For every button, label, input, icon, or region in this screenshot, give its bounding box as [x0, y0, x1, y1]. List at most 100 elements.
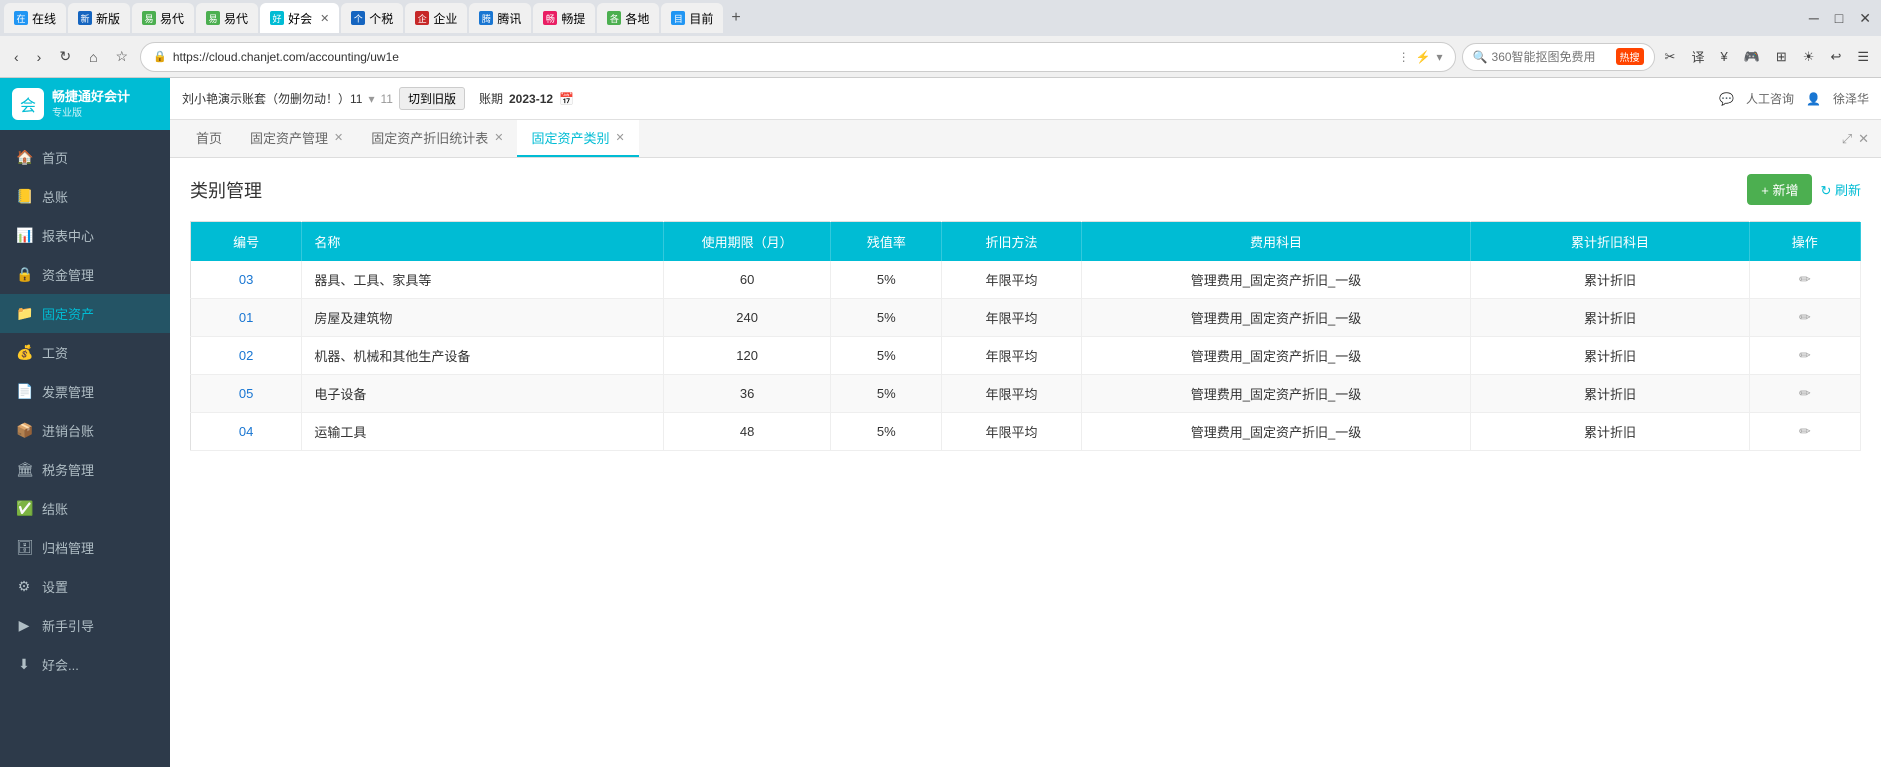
- address-menu-icon: ⋮: [1398, 50, 1410, 64]
- bookmark-button[interactable]: ☆: [110, 44, 135, 69]
- content-tab-category[interactable]: 固定资产类别 ✕: [517, 120, 638, 157]
- tax-icon: 🏛: [16, 461, 32, 478]
- funds-icon: 🔒: [16, 266, 32, 283]
- game-icon[interactable]: 🎮: [1740, 47, 1764, 67]
- wallet-icon[interactable]: ¥: [1716, 47, 1731, 66]
- sidebar-item-funds[interactable]: 🔒 资金管理: [0, 255, 170, 294]
- cell-code-3[interactable]: 05: [191, 375, 302, 413]
- sidebar-label-tax: 税务管理: [42, 460, 94, 479]
- cell-residual-4: 5%: [831, 413, 942, 451]
- tab-label-3: 易代: [160, 10, 184, 27]
- browser-tab-4[interactable]: 易 易代: [196, 3, 258, 33]
- browser-tab-1[interactable]: 在 在线: [4, 3, 66, 33]
- switch-version-button[interactable]: 切到旧版: [399, 87, 465, 110]
- sidebar-item-settle[interactable]: ✅ 结账: [0, 489, 170, 528]
- col-header-expense: 费用科目: [1081, 222, 1471, 262]
- cell-action-0[interactable]: ✏: [1749, 261, 1860, 299]
- cell-action-2[interactable]: ✏: [1749, 337, 1860, 375]
- tab-close-5[interactable]: ✕: [320, 12, 329, 25]
- maximize-button[interactable]: □: [1829, 6, 1849, 30]
- browser-tab-11[interactable]: 目 目前: [661, 3, 723, 33]
- minimize-button[interactable]: ─: [1803, 6, 1825, 30]
- cell-code-0[interactable]: 03: [191, 261, 302, 299]
- content-tab-fixed-mgmt-label: 固定资产管理: [250, 128, 328, 147]
- tab-label-9: 畅提: [561, 10, 585, 27]
- cell-code-2[interactable]: 02: [191, 337, 302, 375]
- sidebar-item-fixed-assets[interactable]: 📁 固定资产: [0, 294, 170, 333]
- cell-residual-1: 5%: [831, 299, 942, 337]
- forward-button[interactable]: ›: [31, 45, 48, 69]
- content-tab-category-close[interactable]: ✕: [616, 131, 625, 144]
- sidebar-item-reports[interactable]: 📊 报表中心: [0, 216, 170, 255]
- content-tab-fixed-mgmt-close[interactable]: ✕: [334, 131, 343, 144]
- cell-expense-0: 管理费用_固定资产折旧_一级: [1081, 261, 1471, 299]
- sidebar-item-archive[interactable]: 🗄 归档管理: [0, 528, 170, 567]
- browser-chrome: 在 在线 新 新版 易 易代 易 易代 好 好会 ✕ 个 个税 企 企业 腾: [0, 0, 1881, 78]
- content-tab-fixed-mgmt[interactable]: 固定资产管理 ✕: [236, 120, 357, 157]
- reload-button[interactable]: ↻: [53, 44, 77, 69]
- sidebar-item-home[interactable]: 🏠 首页: [0, 138, 170, 177]
- grid-icon[interactable]: ⊞: [1772, 47, 1791, 67]
- search-input[interactable]: [1492, 50, 1612, 64]
- content-tab-depreciation[interactable]: 固定资产折旧统计表 ✕: [357, 120, 517, 157]
- cut-icon[interactable]: ✂: [1661, 47, 1680, 67]
- brightness-icon[interactable]: ☀: [1799, 47, 1819, 67]
- browser-tab-9[interactable]: 畅 畅提: [533, 3, 595, 33]
- more-icon: ⬇: [16, 656, 32, 673]
- col-header-code: 编号: [191, 222, 302, 262]
- new-tab-button[interactable]: +: [725, 5, 746, 31]
- edit-icon-2[interactable]: ✏: [1799, 347, 1811, 363]
- sidebar-item-settings[interactable]: ⚙ 设置: [0, 567, 170, 606]
- panel-maximize-button[interactable]: ⤢: [1842, 131, 1852, 147]
- search-box[interactable]: 🔍 热搜: [1462, 43, 1655, 71]
- sidebar-item-more[interactable]: ⬇ 好会...: [0, 645, 170, 684]
- browser-tab-2[interactable]: 新 新版: [68, 3, 130, 33]
- cell-code-4[interactable]: 04: [191, 413, 302, 451]
- sidebar-item-ledger[interactable]: 📒 总账: [0, 177, 170, 216]
- address-extra-icon: ⚡: [1416, 50, 1431, 64]
- refresh-button[interactable]: ↻ 刷新: [1820, 180, 1861, 199]
- close-button[interactable]: ✕: [1853, 6, 1877, 31]
- sidebar-item-invoice[interactable]: 📄 发票管理: [0, 372, 170, 411]
- table-head: 编号 名称 使用期限（月） 残值率 折旧方法 费用科目 累计折旧科目 操作: [191, 222, 1861, 262]
- user-icon: 👤: [1806, 92, 1821, 106]
- edit-icon-0[interactable]: ✏: [1799, 271, 1811, 287]
- sidebar-item-guide[interactable]: ▶ 新手引导: [0, 606, 170, 645]
- user-name[interactable]: 徐泽华: [1833, 90, 1869, 107]
- sidebar-label-more: 好会...: [42, 655, 79, 674]
- edit-icon-1[interactable]: ✏: [1799, 309, 1811, 325]
- back-button[interactable]: ‹: [8, 45, 25, 69]
- sidebar-item-inout[interactable]: 📦 进销台账: [0, 411, 170, 450]
- inout-icon: 📦: [16, 422, 32, 439]
- browser-tab-10[interactable]: 各 各地: [597, 3, 659, 33]
- browser-tab-8[interactable]: 腾 腾讯: [469, 3, 531, 33]
- browser-tab-5[interactable]: 好 好会 ✕: [260, 3, 339, 33]
- content-tab-home[interactable]: 首页: [182, 120, 236, 157]
- tab-label-2: 新版: [96, 10, 120, 27]
- menu-icon[interactable]: ☰: [1853, 47, 1873, 67]
- address-dropdown-icon[interactable]: ▾: [1437, 50, 1443, 64]
- edit-icon-3[interactable]: ✏: [1799, 385, 1811, 401]
- sidebar-item-tax[interactable]: 🏛 税务管理: [0, 450, 170, 489]
- calendar-icon[interactable]: 📅: [559, 92, 574, 106]
- cell-code-1[interactable]: 01: [191, 299, 302, 337]
- cell-months-0: 60: [664, 261, 831, 299]
- edit-icon-4[interactable]: ✏: [1799, 423, 1811, 439]
- sidebar-logo: 会 畅捷通好会计 专业版: [0, 78, 170, 130]
- panel-close-button[interactable]: ✕: [1858, 131, 1869, 147]
- history-icon[interactable]: ↩: [1826, 47, 1845, 67]
- cell-action-1[interactable]: ✏: [1749, 299, 1860, 337]
- cell-action-3[interactable]: ✏: [1749, 375, 1860, 413]
- home-button[interactable]: ⌂: [83, 45, 103, 69]
- address-box[interactable]: 🔒 https://cloud.chanjet.com/accounting/u…: [140, 42, 1455, 72]
- cell-action-4[interactable]: ✏: [1749, 413, 1860, 451]
- browser-tab-6[interactable]: 个 个税: [341, 3, 403, 33]
- translate-icon[interactable]: 译: [1687, 45, 1708, 68]
- content-tab-depreciation-close[interactable]: ✕: [494, 131, 503, 144]
- sidebar-item-payroll[interactable]: 💰 工资: [0, 333, 170, 372]
- cell-expense-1: 管理费用_固定资产折旧_一级: [1081, 299, 1471, 337]
- browser-tab-3[interactable]: 易 易代: [132, 3, 194, 33]
- browser-tab-7[interactable]: 企 企业: [405, 3, 467, 33]
- support-label[interactable]: 人工咨询: [1746, 90, 1794, 107]
- add-button[interactable]: + 新增: [1747, 174, 1812, 205]
